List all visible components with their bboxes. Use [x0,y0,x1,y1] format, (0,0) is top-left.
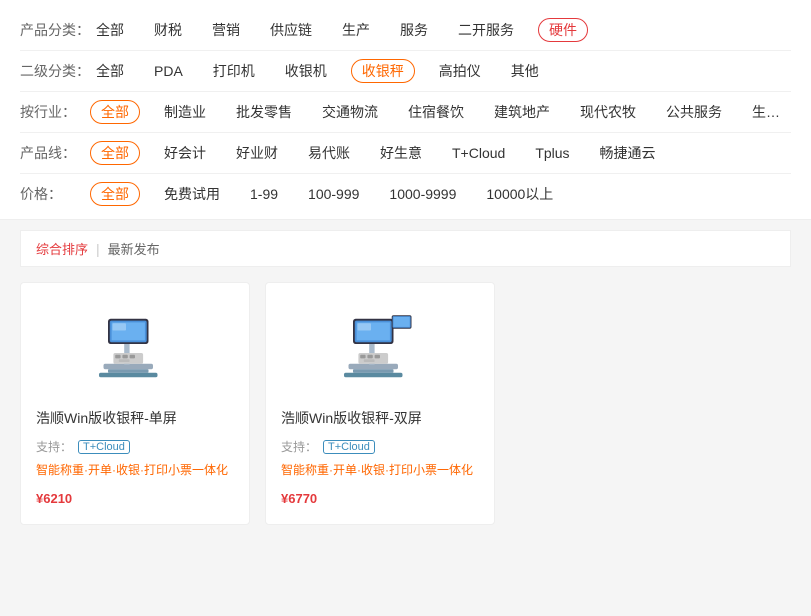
pos-machine-icon-2 [335,306,425,391]
product-category-items: 全部 财税 营销 供应链 生产 服务 二开服务 硬件 [90,18,588,42]
sub-scale[interactable]: 收银秤 [351,59,415,83]
product-support-1: 支持： T+Cloud [36,438,234,455]
product-price-2: ¥6770 [281,486,479,509]
line-tplus[interactable]: Tplus [529,143,575,163]
price-row: 价格： 全部 免费试用 1-99 100-999 1000-9999 10000… [20,174,791,214]
ind-estate[interactable]: 建筑地产 [488,100,556,124]
product-line-items: 全部 好会计 好业财 易代账 好生意 T+Cloud Tplus 畅捷通云 [90,141,662,165]
product-image-1 [36,303,234,393]
cat-marketing[interactable]: 营销 [206,18,246,42]
sort-latest[interactable]: 最新发布 [108,239,160,258]
ind-public[interactable]: 公共服务 [660,100,728,124]
product-desc-2: 智能称重·开单·收银·打印小票一体化 [281,461,479,478]
product-line-row: 产品线： 全部 好会计 好业财 易代账 好生意 T+Cloud Tplus 畅捷… [20,133,791,174]
pos-machine-icon-1 [90,306,180,391]
cat-all[interactable]: 全部 [90,18,130,42]
cat-service[interactable]: 服务 [394,18,434,42]
price-label: 价格： [20,184,90,204]
line-easy-account[interactable]: 易代账 [302,141,356,165]
price-all[interactable]: 全部 [90,182,140,206]
price-1000-9999[interactable]: 1000-9999 [383,184,462,204]
support-tag-2: T+Cloud [323,440,375,454]
ind-all[interactable]: 全部 [90,100,140,124]
industry-items: 全部 制造业 批发零售 交通物流 住宿餐饮 建筑地产 现代农牧 公共服务 生… [90,100,786,124]
sub-cashier[interactable]: 收银机 [279,59,333,83]
cat-production[interactable]: 生产 [336,18,376,42]
industry-label: 按行业： [20,102,90,122]
product-category-label: 产品分类： [20,20,90,40]
product-card-1[interactable]: 浩顺Win版收银秤-单屏 支持： T+Cloud 智能称重·开单·收银·打印小票… [20,282,250,525]
line-smooth[interactable]: 畅捷通云 [594,141,662,165]
ind-more[interactable]: 生… [746,100,786,124]
ind-agri[interactable]: 现代农牧 [574,100,642,124]
price-items: 全部 免费试用 1-99 100-999 1000-9999 10000以上 [90,182,559,206]
product-name-2: 浩顺Win版收银秤-双屏 [281,408,479,428]
line-all[interactable]: 全部 [90,141,140,165]
sort-comprehensive[interactable]: 综合排序 [36,239,88,258]
ind-hotel[interactable]: 住宿餐饮 [402,100,470,124]
support-label-2: 支持： [281,438,317,455]
sub-category-row: 二级分类： 全部 PDA 打印机 收银机 收银秤 高拍仪 其他 [20,51,791,92]
line-good-finance[interactable]: 好业财 [230,141,284,165]
ind-transport[interactable]: 交通物流 [316,100,384,124]
product-grid: 浩顺Win版收银秤-单屏 支持： T+Cloud 智能称重·开单·收银·打印小票… [0,267,811,540]
product-image-2 [281,303,479,393]
price-100-999[interactable]: 100-999 [302,184,365,204]
sub-other[interactable]: 其他 [505,59,545,83]
line-good-business[interactable]: 好生意 [374,141,428,165]
price-10000plus[interactable]: 10000以上 [480,182,559,206]
support-label-1: 支持： [36,438,72,455]
sub-printer[interactable]: 打印机 [207,59,261,83]
cat-tax[interactable]: 财税 [148,18,188,42]
price-num-2: 6770 [288,491,317,506]
sort-divider: | [96,241,100,257]
ind-manufacturing[interactable]: 制造业 [158,100,212,124]
product-name-1: 浩顺Win版收银秤-单屏 [36,408,234,428]
cat-custom[interactable]: 二开服务 [452,18,520,42]
cat-supply[interactable]: 供应链 [264,18,318,42]
sub-category-label: 二级分类： [20,61,90,81]
ind-wholesale[interactable]: 批发零售 [230,100,298,124]
sub-pda[interactable]: PDA [148,61,189,81]
product-line-label: 产品线： [20,143,90,163]
price-1-99[interactable]: 1-99 [244,184,284,204]
product-card-2[interactable]: 浩顺Win版收银秤-双屏 支持： T+Cloud 智能称重·开单·收银·打印小票… [265,282,495,525]
product-desc-1: 智能称重·开单·收银·打印小票一体化 [36,461,234,478]
product-price-1: ¥6210 [36,486,234,509]
industry-row: 按行业： 全部 制造业 批发零售 交通物流 住宿餐饮 建筑地产 现代农牧 公共服… [20,92,791,133]
sub-all[interactable]: 全部 [90,59,130,83]
sub-category-items: 全部 PDA 打印机 收银机 收银秤 高拍仪 其他 [90,59,545,83]
line-good-accounting[interactable]: 好会计 [158,141,212,165]
line-tcloud[interactable]: T+Cloud [446,143,511,163]
filter-section: 产品分类： 全部 财税 营销 供应链 生产 服务 二开服务 硬件 二级分类： 全… [0,0,811,220]
sort-bar: 综合排序 | 最新发布 [20,230,791,267]
sub-highcam[interactable]: 高拍仪 [433,59,487,83]
price-num-1: 6210 [43,491,72,506]
product-support-2: 支持： T+Cloud [281,438,479,455]
cat-hardware[interactable]: 硬件 [538,18,588,42]
price-free[interactable]: 免费试用 [158,182,226,206]
product-category-row: 产品分类： 全部 财税 营销 供应链 生产 服务 二开服务 硬件 [20,10,791,51]
support-tag-1: T+Cloud [78,440,130,454]
